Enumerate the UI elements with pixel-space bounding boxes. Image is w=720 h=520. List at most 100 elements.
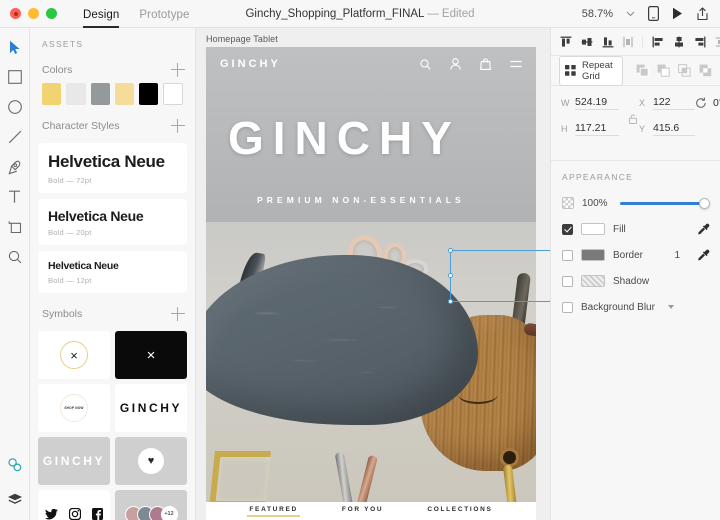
chevron-down-icon[interactable]: [626, 11, 635, 17]
boolean-exclude-icon[interactable]: [699, 64, 712, 77]
play-icon[interactable]: [672, 7, 683, 20]
symbol-close-button-outline[interactable]: ×: [38, 331, 110, 379]
rotation-value[interactable]: 0°: [713, 97, 720, 110]
ellipse-tool[interactable]: [4, 98, 26, 116]
shadow-row: Shadow: [562, 268, 710, 294]
tab-for-you[interactable]: FOR YOU: [342, 506, 383, 513]
hero-title[interactable]: GINCHY: [228, 115, 461, 161]
artboard-homepage-tablet[interactable]: GINCHY PREMIUM NON-ESSENTIALS GINCHY: [206, 47, 536, 520]
x-value[interactable]: 122: [653, 96, 695, 110]
opacity-slider[interactable]: [620, 202, 705, 205]
symbol-small-badge[interactable]: SHOP NOW: [38, 384, 110, 432]
fill-eyedropper-icon[interactable]: [697, 223, 710, 236]
color-swatch[interactable]: [66, 83, 85, 105]
list-item[interactable]: Helvetica Neue Bold — 20pt: [38, 199, 187, 245]
fill-checkbox[interactable]: [562, 224, 573, 235]
symbol-social-icons[interactable]: [38, 490, 110, 520]
fill-color-swatch[interactable]: [581, 223, 605, 235]
align-bottom-icon[interactable]: [602, 36, 614, 48]
repeat-grid-icon: [565, 65, 576, 76]
background-blur-label: Background Blur: [581, 302, 655, 313]
share-icon[interactable]: [696, 7, 709, 21]
character-style-meta: Bold — 72pt: [48, 176, 177, 185]
height-field[interactable]: H 117.21: [561, 122, 619, 136]
tab-collections[interactable]: COLLECTIONS: [427, 506, 492, 513]
list-item[interactable]: Helvetica Neue Bold — 72pt: [38, 143, 187, 193]
account-icon[interactable]: [450, 58, 461, 70]
search-icon[interactable]: [420, 59, 431, 70]
distribute-horizontal-icon[interactable]: [715, 37, 720, 47]
distribute-vertical-icon[interactable]: [623, 36, 633, 48]
x-position-field[interactable]: X 122: [639, 96, 695, 110]
mode-tabs: Design Prototype: [83, 0, 190, 28]
y-value[interactable]: 415.6: [653, 122, 695, 136]
menu-icon[interactable]: [510, 60, 522, 68]
symbol-close-button-solid[interactable]: ×: [115, 331, 187, 379]
select-tool[interactable]: [4, 38, 26, 56]
background-blur-checkbox[interactable]: [562, 302, 573, 313]
unlocked-aspect-ratio-icon[interactable]: [629, 114, 637, 124]
nav-logo[interactable]: GINCHY: [220, 58, 281, 70]
rectangle-tool[interactable]: [4, 68, 26, 86]
close-window-button[interactable]: [10, 8, 21, 19]
zoom-tool[interactable]: [4, 248, 26, 266]
character-style-name: Helvetica Neue: [48, 260, 177, 272]
zoom-level[interactable]: 58.7%: [582, 8, 613, 20]
width-field[interactable]: W 524.19: [561, 96, 619, 110]
shadow-color-swatch[interactable]: [581, 275, 605, 287]
symbol-ginchy-wordmark-light[interactable]: GINCHY: [38, 437, 110, 485]
boolean-add-icon[interactable]: [636, 64, 649, 77]
maximize-window-button[interactable]: [46, 8, 57, 19]
boolean-subtract-icon[interactable]: [657, 64, 670, 77]
color-swatch[interactable]: [139, 83, 158, 105]
opacity-value[interactable]: 100%: [582, 198, 608, 209]
tab-design[interactable]: Design: [83, 0, 119, 28]
border-color-swatch[interactable]: [581, 249, 605, 261]
height-value[interactable]: 117.21: [575, 122, 619, 136]
shadow-checkbox[interactable]: [562, 276, 573, 287]
symbol-ginchy-wordmark-dark[interactable]: GINCHY: [115, 384, 187, 432]
border-width-value[interactable]: 1: [674, 250, 680, 261]
device-preview-icon[interactable]: [648, 6, 659, 21]
line-tool[interactable]: [4, 128, 26, 146]
chevron-down-icon[interactable]: [668, 305, 674, 309]
artboard-name-label[interactable]: Homepage Tablet: [206, 34, 278, 44]
layers-panel-toggle[interactable]: [4, 490, 26, 508]
symbol-favorite-heart-button[interactable]: ♥: [115, 437, 187, 485]
border-checkbox[interactable]: [562, 250, 573, 261]
color-swatch[interactable]: [91, 83, 110, 105]
align-right-icon[interactable]: [694, 36, 706, 48]
hero-nostril-shape: [503, 451, 516, 464]
rotation-field[interactable]: 0°: [695, 97, 720, 110]
color-swatch[interactable]: [42, 83, 61, 105]
border-eyedropper-icon[interactable]: [697, 249, 710, 262]
canvas-area[interactable]: Homepage Tablet: [196, 28, 550, 520]
align-top-icon[interactable]: [560, 36, 572, 48]
add-symbol-button[interactable]: [171, 307, 185, 321]
symbol-avatar-group[interactable]: +12: [115, 490, 187, 520]
appearance-section-label: APPEARANCE: [551, 161, 720, 190]
add-character-style-button[interactable]: [171, 119, 185, 133]
align-left-icon[interactable]: [652, 36, 664, 48]
pen-tool[interactable]: [4, 158, 26, 176]
color-swatch[interactable]: [163, 83, 183, 105]
align-horizontal-center-icon[interactable]: [673, 36, 685, 48]
tab-prototype[interactable]: Prototype: [139, 0, 189, 28]
color-swatch[interactable]: [115, 83, 134, 105]
y-position-field[interactable]: Y 415.6: [639, 122, 695, 136]
x-label: X: [639, 98, 648, 108]
width-value[interactable]: 524.19: [575, 96, 619, 110]
text-tool[interactable]: [4, 188, 26, 206]
opacity-slider-knob[interactable]: [699, 198, 710, 209]
tab-featured[interactable]: FEATURED: [249, 506, 298, 513]
artboard-tool[interactable]: [4, 218, 26, 236]
minimize-window-button[interactable]: [28, 8, 39, 19]
list-item[interactable]: Helvetica Neue Bold — 12pt: [38, 251, 187, 293]
hero-subtitle[interactable]: PREMIUM NON-ESSENTIALS: [257, 195, 465, 205]
repeat-grid-button[interactable]: Repeat Grid: [559, 56, 623, 86]
boolean-intersect-icon[interactable]: [678, 64, 691, 77]
align-vertical-center-icon[interactable]: [581, 36, 593, 48]
assets-panel-toggle[interactable]: [4, 456, 26, 474]
add-color-button[interactable]: [171, 63, 185, 77]
bag-icon[interactable]: [480, 58, 491, 70]
